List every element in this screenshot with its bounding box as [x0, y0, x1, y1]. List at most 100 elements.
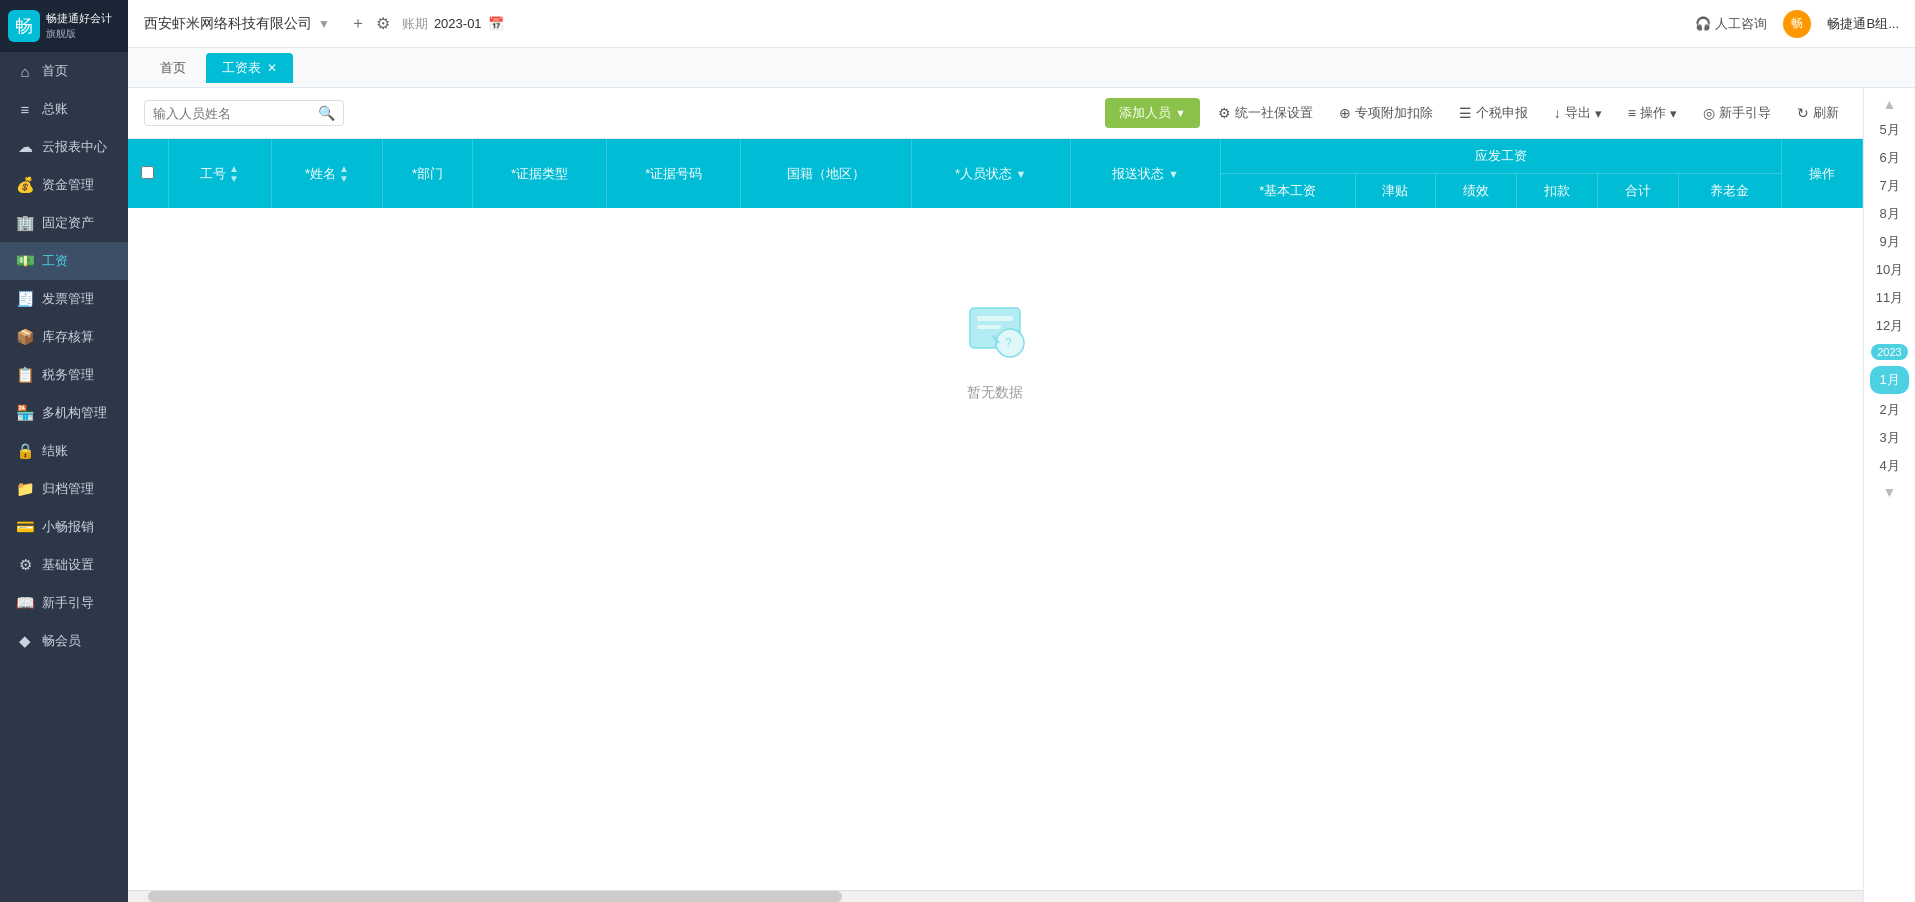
- tab-wage-close-icon[interactable]: ✕: [267, 61, 277, 75]
- sidebar-item-home[interactable]: ⌂ 首页: [0, 52, 128, 90]
- refresh-action[interactable]: ↻ 刷新: [1789, 100, 1847, 126]
- help-label: 人工咨询: [1715, 15, 1767, 33]
- scrollbar-thumb[interactable]: [148, 891, 842, 902]
- operation-dropdown-icon: ▾: [1670, 106, 1677, 121]
- sidebar-item-invoice[interactable]: 🧾 发票管理: [0, 280, 128, 318]
- settings-gear-icon[interactable]: ⚙: [376, 14, 390, 33]
- month-item-3[interactable]: 3月: [1864, 424, 1915, 452]
- add-company-icon[interactable]: ＋: [350, 13, 366, 34]
- sidebar-item-ledger[interactable]: ≡ 总账: [0, 90, 128, 128]
- sidebar-item-label: 总账: [42, 100, 68, 118]
- empty-state-icon: ?: [955, 288, 1035, 368]
- special-deduction-action[interactable]: ⊕ 专项附加扣除: [1331, 100, 1441, 126]
- add-person-dropdown-arrow: ▼: [1175, 107, 1186, 119]
- main-area: 西安虾米网络科技有限公司 ▼ ＋ ⚙ 账期 2023-01 📅 🎧 人工咨询 畅…: [128, 0, 1915, 902]
- export-dropdown-icon: ▾: [1595, 106, 1602, 121]
- wage-table: 工号 ▲▼ *姓名 ▲▼ *部门 *证据类型: [128, 139, 1863, 482]
- sidebar-item-label: 库存核算: [42, 328, 94, 346]
- th-personnel-status: *人员状态 ▼: [911, 139, 1070, 208]
- user-name[interactable]: 畅捷通B组...: [1827, 15, 1899, 33]
- social-insurance-action[interactable]: ⚙ 统一社保设置: [1210, 100, 1321, 126]
- month-item-5[interactable]: 5月: [1864, 116, 1915, 144]
- social-insurance-icon: ⚙: [1218, 105, 1231, 121]
- tab-home[interactable]: 首页: [144, 53, 202, 83]
- month-item-11[interactable]: 11月: [1864, 284, 1915, 312]
- table-container: 工号 ▲▼ *姓名 ▲▼ *部门 *证据类型: [128, 139, 1863, 890]
- th-pension: 养老金: [1678, 174, 1781, 209]
- sidebar-item-checkout[interactable]: 🔒 结账: [0, 432, 128, 470]
- th-job-number: 工号 ▲▼: [168, 139, 271, 208]
- panel-up-arrow[interactable]: ▲: [1883, 92, 1897, 116]
- sidebar-item-expense[interactable]: 💳 小畅报销: [0, 508, 128, 546]
- export-action[interactable]: ↓ 导出 ▾: [1546, 100, 1610, 126]
- company-selector[interactable]: 西安虾米网络科技有限公司 ▼: [144, 15, 330, 33]
- th-deductions: 扣款: [1517, 174, 1598, 209]
- th-total: 合计: [1598, 174, 1679, 209]
- search-input[interactable]: [153, 106, 312, 121]
- topbar-right: 🎧 人工咨询 畅 畅捷通B组...: [1695, 10, 1899, 38]
- th-action: 操作: [1782, 139, 1863, 208]
- refresh-label: 刷新: [1813, 104, 1839, 122]
- add-person-button[interactable]: 添加人员 ▼: [1105, 98, 1200, 128]
- sidebar-item-label: 固定资产: [42, 214, 94, 232]
- horizontal-scrollbar[interactable]: [128, 890, 1863, 902]
- personnel-status-filter-icon[interactable]: ▼: [1016, 168, 1027, 180]
- empty-state: ? 暂无数据: [128, 208, 1863, 482]
- tax-icon: 📋: [16, 366, 34, 384]
- panel-down-arrow[interactable]: ▼: [1883, 480, 1897, 504]
- membership-icon: ◆: [16, 632, 34, 650]
- tab-wage[interactable]: 工资表 ✕: [206, 53, 293, 83]
- right-panel: ▲ 5月 6月 7月 8月 9月 10月 11月 12月 2023 1月 2月 …: [1863, 88, 1915, 902]
- month-item-4[interactable]: 4月: [1864, 452, 1915, 480]
- month-item-12[interactable]: 12月: [1864, 312, 1915, 340]
- job-number-sort[interactable]: 工号 ▲▼: [179, 164, 261, 184]
- wage-toolbar: 🔍 添加人员 ▼ ⚙ 统一社保设置 ⊕ 专项附加扣除 ☰ 个税申报: [128, 88, 1863, 139]
- expense-icon: 💳: [16, 518, 34, 536]
- month-item-7[interactable]: 7月: [1864, 172, 1915, 200]
- sidebar-item-funds[interactable]: 💰 资金管理: [0, 166, 128, 204]
- guide-action[interactable]: ◎ 新手引导: [1695, 100, 1779, 126]
- month-item-9[interactable]: 9月: [1864, 228, 1915, 256]
- checkbox-header[interactable]: [128, 139, 168, 208]
- sidebar-item-cloud-report[interactable]: ☁ 云报表中心: [0, 128, 128, 166]
- sidebar-item-membership[interactable]: ◆ 畅会员: [0, 622, 128, 660]
- month-item-1[interactable]: 1月: [1870, 366, 1909, 394]
- guide-icon: 📖: [16, 594, 34, 612]
- tax-filing-action[interactable]: ☰ 个税申报: [1451, 100, 1536, 126]
- month-item-2[interactable]: 2月: [1864, 396, 1915, 424]
- submit-status-filter-icon[interactable]: ▼: [1168, 168, 1179, 180]
- sidebar-item-archive[interactable]: 📁 归档管理: [0, 470, 128, 508]
- multi-org-icon: 🏪: [16, 404, 34, 422]
- topbar-icons: ＋ ⚙: [350, 13, 390, 34]
- archive-icon: 📁: [16, 480, 34, 498]
- empty-state-cell: ? 暂无数据: [128, 208, 1863, 482]
- year-label: 2023: [1871, 344, 1907, 360]
- th-name: *姓名 ▲▼: [271, 139, 383, 208]
- social-insurance-label: 统一社保设置: [1235, 104, 1313, 122]
- sidebar-item-label: 基础设置: [42, 556, 94, 574]
- month-item-6[interactable]: 6月: [1864, 144, 1915, 172]
- operation-action[interactable]: ≡ 操作 ▾: [1620, 100, 1685, 126]
- sidebar-item-inventory[interactable]: 📦 库存核算: [0, 318, 128, 356]
- empty-state-text: 暂无数据: [967, 384, 1023, 402]
- logo-sub: 旗舰版: [46, 27, 112, 41]
- calendar-icon[interactable]: 📅: [488, 16, 504, 31]
- sidebar-item-label: 多机构管理: [42, 404, 107, 422]
- month-item-10[interactable]: 10月: [1864, 256, 1915, 284]
- th-submit-status: 报送状态 ▼: [1070, 139, 1221, 208]
- sidebar-item-wage[interactable]: 💵 工资: [0, 242, 128, 280]
- sidebar-item-multi-org[interactable]: 🏪 多机构管理: [0, 394, 128, 432]
- sidebar-item-tax[interactable]: 📋 税务管理: [0, 356, 128, 394]
- th-payroll-group: 应发工资: [1221, 139, 1782, 174]
- help-button[interactable]: 🎧 人工咨询: [1695, 15, 1767, 33]
- sidebar-item-label: 发票管理: [42, 290, 94, 308]
- sidebar-item-guide[interactable]: 📖 新手引导: [0, 584, 128, 622]
- svg-text:?: ?: [1005, 336, 1012, 350]
- ledger-icon: ≡: [16, 101, 34, 118]
- sidebar-item-fixed-assets[interactable]: 🏢 固定资产: [0, 204, 128, 242]
- special-deduction-label: 专项附加扣除: [1355, 104, 1433, 122]
- select-all-checkbox[interactable]: [141, 166, 154, 179]
- name-sort[interactable]: *姓名 ▲▼: [282, 164, 373, 184]
- month-item-8[interactable]: 8月: [1864, 200, 1915, 228]
- sidebar-item-settings[interactable]: ⚙ 基础设置: [0, 546, 128, 584]
